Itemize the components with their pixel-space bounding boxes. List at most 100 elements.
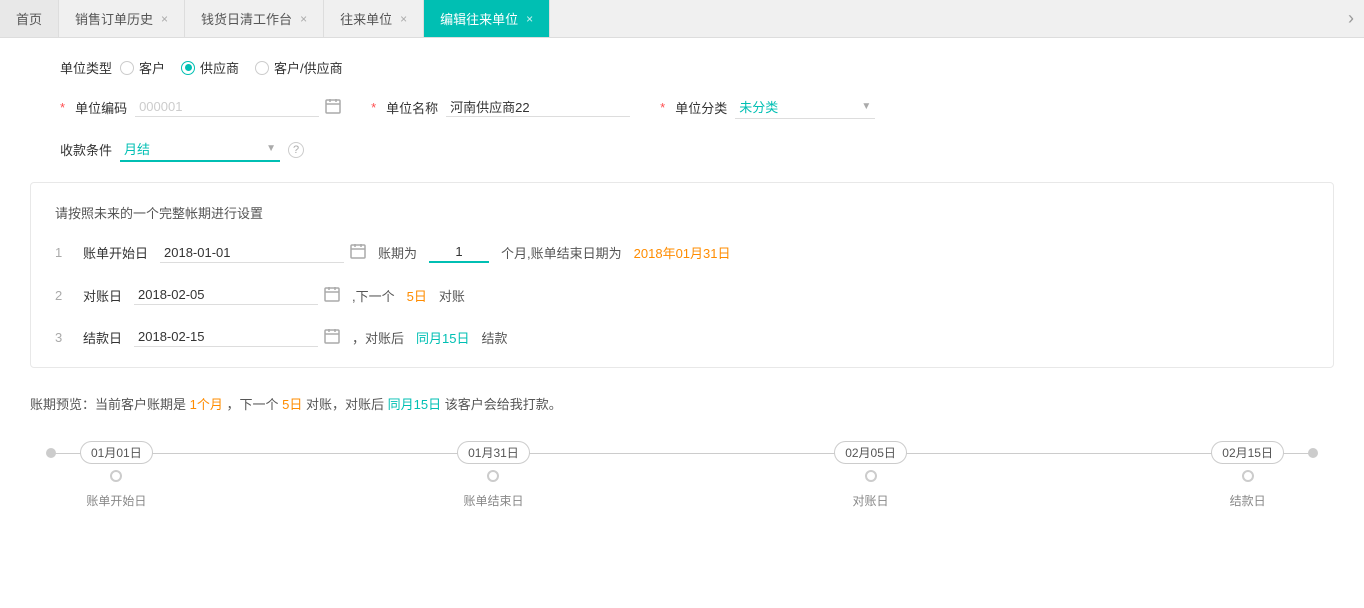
unit-category-value: 未分类	[739, 97, 778, 116]
period-num-1: 1	[55, 245, 71, 260]
unit-name-label: 单位名称	[386, 98, 438, 117]
period-date-3-calendar-icon[interactable]	[324, 328, 340, 347]
period-date-3-input[interactable]	[134, 327, 318, 347]
period-date-2-input[interactable]	[134, 285, 318, 305]
period-num-2: 2	[55, 288, 71, 303]
timeline-point-4: 02月15日 结款日	[1211, 443, 1284, 509]
period-date-1-input[interactable]	[160, 243, 344, 263]
unit-type-radio-group: 客户 供应商 客户/供应商	[120, 58, 343, 77]
tab-edit-partner-units[interactable]: 编辑往来单位 ×	[424, 0, 550, 37]
unit-code-group: * 单位编码	[60, 97, 341, 117]
period-date-3-wrapper	[134, 327, 340, 347]
period-label-2: 对账日	[83, 286, 122, 305]
timeline-badge-4: 02月15日	[1211, 441, 1284, 464]
period-desc-suffix-3: 结款	[482, 328, 508, 347]
timeline-badge-3: 02月05日	[834, 441, 907, 464]
timeline-label-2: 账单结束日	[463, 492, 523, 509]
period-month-input[interactable]	[429, 242, 489, 263]
period-label-1: 账单开始日	[83, 243, 148, 262]
timeline-badge-2: 01月31日	[457, 441, 530, 464]
preview-highlight-1: 1个月	[190, 397, 223, 412]
radio-customer-supplier[interactable]: 客户/供应商	[255, 58, 343, 77]
payment-terms-dropdown[interactable]: 月结 ▼	[120, 137, 280, 162]
payment-terms-value: 月结	[124, 139, 150, 158]
tab-close-edit-partner-units[interactable]: ×	[526, 12, 533, 26]
unit-type-row: 单位类型 客户 供应商 客户/供应商	[30, 58, 1334, 77]
period-row-3: 3 结款日 ，对账后同月15日结款	[55, 327, 1309, 347]
tab-overflow-chevron[interactable]: ›	[1338, 0, 1364, 37]
unit-category-arrow-icon: ▼	[861, 101, 871, 112]
period-box-title: 请按照未来的一个完整帐期进行设置	[55, 203, 1309, 222]
timeline-point-2: 01月31日 账单结束日	[457, 443, 530, 509]
period-settings-box: 请按照未来的一个完整帐期进行设置 1 账单开始日 账期为 个月,账单结束日期为	[30, 182, 1334, 368]
timeline-label-4: 结款日	[1230, 492, 1266, 509]
tab-sales-order-history[interactable]: 销售订单历史 ×	[59, 0, 185, 37]
timeline-dot-4	[1242, 470, 1254, 482]
period-num-3: 3	[55, 330, 71, 345]
timeline-label-3: 对账日	[853, 492, 889, 509]
period-date-2-calendar-icon[interactable]	[324, 286, 340, 305]
tab-home[interactable]: 首页	[0, 0, 59, 37]
period-desc-prefix-2: ,下一个	[352, 286, 395, 305]
radio-supplier-circle	[181, 61, 195, 75]
tabs-bar: 首页 销售订单历史 × 钱货日清工作台 × 往来单位 × 编辑往来单位 × ›	[0, 0, 1364, 38]
unit-category-group: * 单位分类 未分类 ▼	[660, 95, 875, 119]
radio-customer-circle	[120, 61, 134, 75]
payment-terms-arrow-icon: ▼	[266, 143, 276, 154]
period-label-3: 结款日	[83, 328, 122, 347]
unit-info-row: * 单位编码 * 单位名称 * 单位	[30, 95, 1334, 119]
tab-partner-units[interactable]: 往来单位 ×	[324, 0, 424, 37]
timeline-left-dot	[46, 448, 56, 458]
radio-customer[interactable]: 客户	[120, 58, 165, 77]
unit-name-group: * 单位名称	[371, 97, 630, 117]
timeline-points: 01月01日 账单开始日 01月31日 账单结束日 02月05日 对账日 02月…	[50, 443, 1314, 509]
unit-code-icon[interactable]	[325, 98, 341, 117]
period-highlight-date-1: 2018年01月31日	[634, 243, 731, 262]
radio-customer-supplier-circle	[255, 61, 269, 75]
timeline-point-1: 01月01日 账单开始日	[80, 443, 153, 509]
period-date-1-wrapper	[160, 243, 366, 263]
radio-supplier[interactable]: 供应商	[181, 58, 239, 77]
timeline-right-dot	[1308, 448, 1318, 458]
period-date-2-wrapper	[134, 285, 340, 305]
payment-terms-group: 收款条件 月结 ▼ ?	[60, 137, 304, 162]
payment-terms-row: 收款条件 月结 ▼ ?	[30, 137, 1334, 162]
period-desc-suffix-2: 对账	[439, 286, 465, 305]
unit-code-label: 单位编码	[75, 98, 127, 117]
unit-code-required: *	[60, 100, 65, 115]
tab-close-cash-goods-workbench[interactable]: ×	[300, 12, 307, 26]
unit-category-label: 单位分类	[675, 98, 727, 117]
timeline-dot-1	[110, 470, 122, 482]
tab-close-sales-order-history[interactable]: ×	[161, 12, 168, 26]
unit-code-input[interactable]	[135, 97, 319, 117]
tab-cash-goods-workbench[interactable]: 钱货日清工作台 ×	[185, 0, 324, 37]
timeline-point-3: 02月05日 对账日	[834, 443, 907, 509]
period-row-2: 2 对账日 ,下一个 5日对账	[55, 285, 1309, 305]
preview-highlight-2: 5日	[282, 397, 302, 412]
unit-type-group: 单位类型 客户 供应商 客户/供应商	[60, 58, 343, 77]
timeline-dot-2	[487, 470, 499, 482]
period-highlight-day-2: 5日	[407, 286, 427, 305]
period-row-1: 1 账单开始日 账期为 个月,账单结束日期为 2018年01月31日	[55, 242, 1309, 263]
payment-terms-label: 收款条件	[60, 140, 112, 159]
period-date-1-calendar-icon[interactable]	[350, 243, 366, 262]
preview-text: 账期预览：当前客户账期是 1个月 ，下一个 5日 对账，对账后 同月15日 该客…	[30, 384, 1334, 433]
unit-category-required: *	[660, 100, 665, 115]
page-content: 单位类型 客户 供应商 客户/供应商 * 单位编码	[0, 38, 1364, 608]
unit-name-input[interactable]	[446, 97, 630, 117]
payment-terms-help-icon[interactable]: ?	[288, 142, 304, 158]
timeline-label-1: 账单开始日	[86, 492, 146, 509]
unit-name-required: *	[371, 100, 376, 115]
period-end-text-1: 个月,账单结束日期为	[501, 243, 622, 262]
period-highlight-day-3: 同月15日	[416, 328, 469, 347]
tab-close-partner-units[interactable]: ×	[400, 12, 407, 26]
timeline-dot-3	[865, 470, 877, 482]
preview-highlight-3: 同月15日	[388, 397, 441, 412]
period-middle-text-1: 账期为	[378, 243, 417, 262]
timeline-badge-1: 01月01日	[80, 441, 153, 464]
period-desc-prefix-3: ，对账后	[352, 328, 404, 347]
unit-type-label: 单位类型	[60, 58, 112, 77]
unit-category-dropdown[interactable]: 未分类 ▼	[735, 95, 875, 119]
timeline-container: 01月01日 账单开始日 01月31日 账单结束日 02月05日 对账日 02月…	[30, 443, 1334, 509]
unit-code-input-wrapper	[135, 97, 341, 117]
